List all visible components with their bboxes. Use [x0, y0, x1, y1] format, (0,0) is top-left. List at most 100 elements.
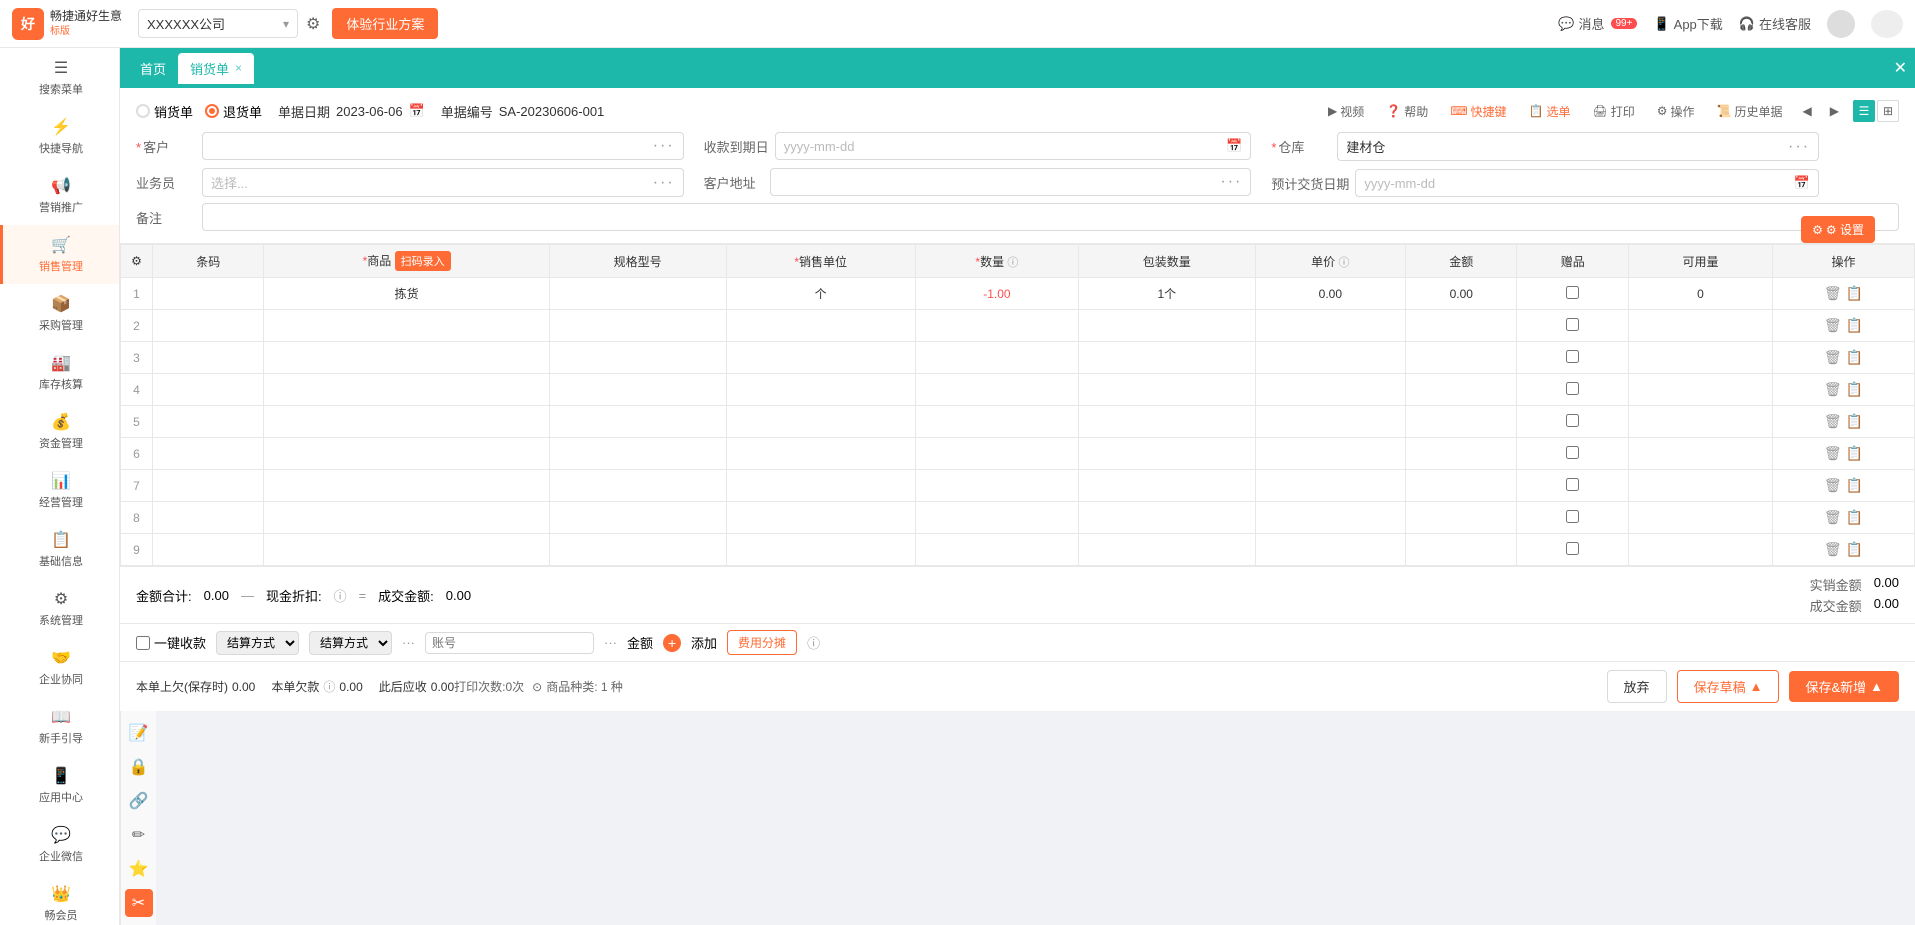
help-btn[interactable]: ❓ 帮助 — [1380, 101, 1434, 122]
message-btn[interactable]: 💬 消息 99+ — [1558, 14, 1637, 33]
user-avatar[interactable] — [1827, 10, 1855, 38]
calendar3-icon[interactable]: 📅 — [1794, 175, 1810, 191]
due-date-input[interactable]: yyyy-mm-dd 📅 — [775, 132, 1252, 160]
scan-barcode-btn[interactable]: 扫码录入 — [395, 251, 451, 271]
notes-input[interactable] — [202, 203, 1899, 231]
sidebar-item-enterprise[interactable]: 🤝 企业协同 — [0, 638, 119, 697]
copy-row-icon[interactable]: 📋 — [1846, 541, 1863, 558]
right-panel-edit-icon[interactable]: ✏ — [125, 821, 153, 849]
trial-button[interactable]: 体验行业方案 — [332, 8, 438, 39]
expense-help-icon[interactable]: ⓘ — [807, 633, 820, 652]
right-panel-note-icon[interactable]: 📝 — [125, 719, 153, 747]
right-panel-lock-icon[interactable]: 🔒 — [125, 753, 153, 781]
right-panel-scissors-icon[interactable]: ✂ — [125, 889, 153, 917]
copy-row-icon[interactable]: 📋 — [1846, 285, 1863, 302]
video-btn[interactable]: ▶ 视频 — [1322, 101, 1370, 122]
gift-checkbox[interactable] — [1566, 318, 1579, 331]
cash-discount-help-icon[interactable]: ⓘ — [334, 586, 347, 605]
print-btn[interactable]: 🖨 打印 — [1587, 101, 1641, 122]
sidebar-item-marketing[interactable]: 📢 营销推广 — [0, 166, 119, 225]
settings-icon[interactable]: ⚙ — [306, 14, 320, 34]
warehouse-input[interactable]: 建材仓 ··· — [1337, 132, 1819, 161]
settings-btn[interactable]: ⚙ ⚙ 设置 — [1801, 216, 1875, 243]
sidebar-item-purchase[interactable]: 📦 采购管理 — [0, 284, 119, 343]
save-draft-btn[interactable]: 保存草稿 ▲ — [1677, 670, 1780, 703]
history-btn[interactable]: 📜 历史单据 — [1711, 101, 1789, 122]
operate-btn[interactable]: ⚙ 操作 — [1651, 101, 1701, 122]
sidebar-item-sales[interactable]: 🛒 销售管理 — [0, 225, 119, 284]
sidebar-item-system[interactable]: ⚙ 系统管理 — [0, 579, 119, 638]
company-selector[interactable]: XXXXXX公司 ▾ — [138, 9, 298, 38]
delete-row-icon[interactable]: 🗑 — [1824, 317, 1842, 334]
tab-sales-order[interactable]: 销货单 × — [178, 53, 254, 84]
gift-checkbox[interactable] — [1566, 510, 1579, 523]
delete-row-icon[interactable]: 🗑 — [1824, 477, 1842, 494]
delete-row-icon[interactable]: 🗑 — [1824, 381, 1842, 398]
delete-row-icon[interactable]: 🗑 — [1824, 349, 1842, 366]
user-info[interactable] — [1871, 10, 1903, 38]
gift-checkbox[interactable] — [1566, 382, 1579, 395]
one-key-checkbox[interactable] — [136, 636, 150, 650]
copy-row-icon[interactable]: 📋 — [1846, 349, 1863, 366]
customer-address-input[interactable]: ··· — [770, 168, 1252, 196]
account-select[interactable]: 结算方式 — [309, 631, 392, 655]
copy-row-icon[interactable]: 📋 — [1846, 509, 1863, 526]
select-btn[interactable]: 📋 选单 — [1523, 101, 1577, 122]
delete-row-icon[interactable]: 🗑 — [1824, 445, 1842, 462]
next-arrow[interactable]: ▶ — [1826, 102, 1843, 120]
tab-close-icon[interactable]: × — [235, 61, 242, 75]
th-settings[interactable]: ⚙ — [121, 245, 153, 278]
sidebar-item-operations[interactable]: 📊 经营管理 — [0, 461, 119, 520]
th-gift: 赠品 — [1517, 245, 1628, 278]
right-panel-star-icon[interactable]: ⭐ — [125, 855, 153, 883]
sidebar-item-basics[interactable]: 📋 基础信息 — [0, 520, 119, 579]
delete-row-icon[interactable]: 🗑 — [1824, 285, 1842, 302]
delete-row-icon[interactable]: 🗑 — [1824, 541, 1842, 558]
gift-checkbox[interactable] — [1566, 350, 1579, 363]
online-service-btn[interactable]: 🎧 在线客服 — [1739, 14, 1811, 33]
sidebar-item-apps[interactable]: 📱 应用中心 — [0, 756, 119, 815]
sidebar-item-inventory[interactable]: 🏭 库存核算 — [0, 343, 119, 402]
delivery-date-input[interactable]: yyyy-mm-dd 📅 — [1355, 169, 1819, 197]
sales-order-radio[interactable]: 销货单 — [136, 102, 193, 121]
sidebar-item-search[interactable]: ☰ 搜索菜单 — [0, 48, 119, 107]
discard-btn[interactable]: 放弃 — [1607, 670, 1667, 703]
copy-row-icon[interactable]: 📋 — [1846, 317, 1863, 334]
calc-method-select[interactable]: 结算方式 — [216, 631, 299, 655]
sidebar-item-guide[interactable]: 📖 新手引导 — [0, 697, 119, 756]
shortcut-btn[interactable]: ⌨ 快捷键 — [1444, 101, 1512, 122]
gift-checkbox[interactable] — [1566, 446, 1579, 459]
return-order-radio[interactable]: 退货单 — [205, 102, 262, 121]
delete-row-icon[interactable]: 🗑 — [1824, 413, 1842, 430]
calendar-icon[interactable]: 📅 — [409, 103, 425, 119]
calendar2-icon[interactable]: 📅 — [1226, 138, 1242, 154]
copy-row-icon[interactable]: 📋 — [1846, 477, 1863, 494]
sidebar-item-wechat[interactable]: 💬 企业微信 — [0, 815, 119, 874]
sidebar-item-quicknav[interactable]: ⚡ 快捷导航 — [0, 107, 119, 166]
expense-split-btn[interactable]: 费用分摊 — [727, 630, 797, 655]
copy-row-icon[interactable]: 📋 — [1846, 445, 1863, 462]
app-download-btn[interactable]: 📱 App下载 — [1653, 14, 1722, 33]
gift-checkbox[interactable] — [1566, 478, 1579, 491]
add-payment-btn[interactable]: + — [663, 634, 681, 652]
owe-help-icon[interactable]: ⓘ — [323, 678, 335, 695]
copy-row-icon[interactable]: 📋 — [1846, 381, 1863, 398]
list-view-icon[interactable]: ☰ — [1853, 100, 1875, 122]
account-input[interactable] — [425, 632, 594, 654]
grid-view-icon[interactable]: ⊞ — [1877, 100, 1899, 122]
salesman-input[interactable]: 选择... ··· — [202, 168, 684, 197]
gift-checkbox[interactable] — [1566, 414, 1579, 427]
sidebar-item-finance[interactable]: 💰 资金管理 — [0, 402, 119, 461]
delete-row-icon[interactable]: 🗑 — [1824, 509, 1842, 526]
gift-checkbox[interactable] — [1566, 542, 1579, 555]
sidebar-item-member[interactable]: 👑 畅会员 — [0, 874, 119, 925]
th-available: 可用量 — [1628, 245, 1772, 278]
right-panel-link-icon[interactable]: 🔗 — [125, 787, 153, 815]
gift-checkbox[interactable] — [1566, 286, 1579, 299]
tab-home[interactable]: 首页 — [128, 53, 178, 84]
customer-input[interactable]: ··· — [202, 132, 684, 160]
prev-arrow[interactable]: ◀ — [1799, 102, 1816, 120]
save-new-btn[interactable]: 保存&新增 ▲ — [1789, 671, 1899, 702]
tab-bar-close-icon[interactable]: ✕ — [1894, 58, 1907, 78]
copy-row-icon[interactable]: 📋 — [1846, 413, 1863, 430]
